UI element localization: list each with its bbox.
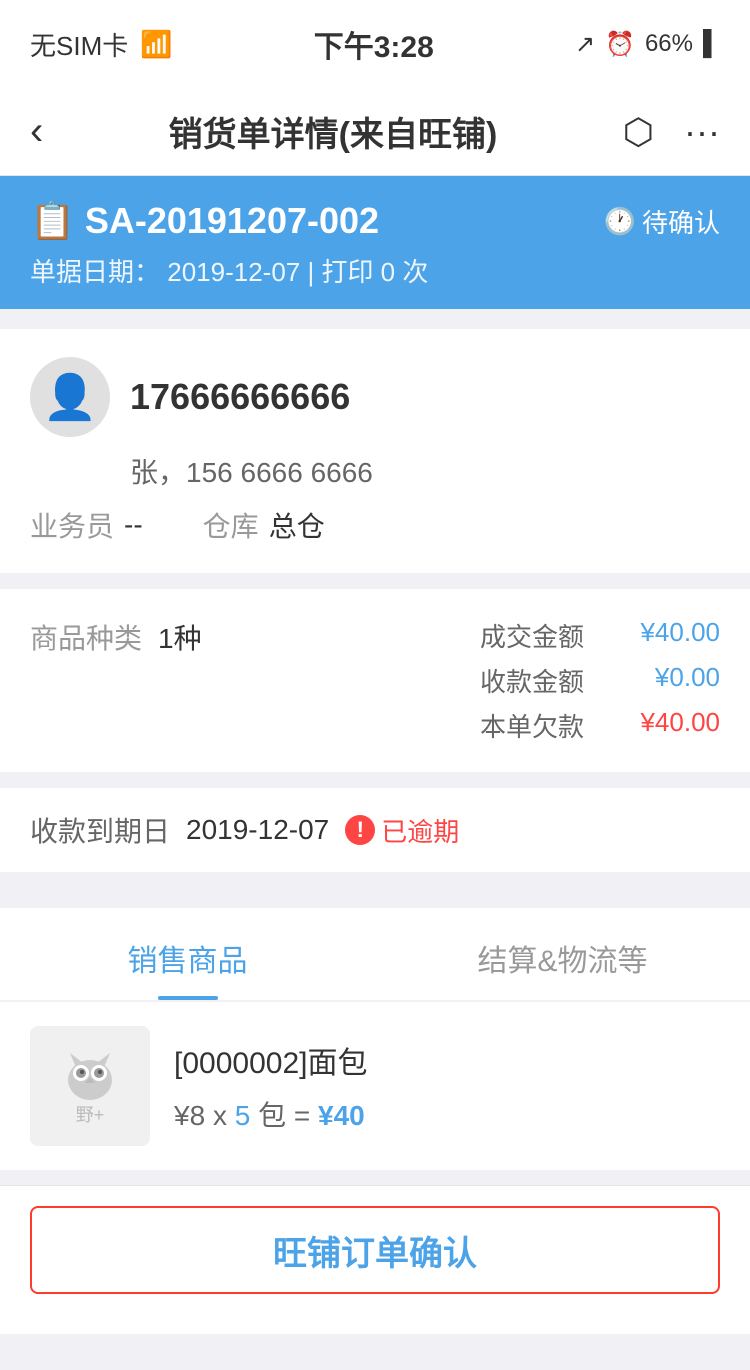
amount-row-debt: 本单欠款 ¥40.00 [480,707,720,744]
debt-label: 本单欠款 [480,707,584,744]
customer-phone: 17666666666 [130,376,350,418]
status-bar: 无SIM卡 📶 下午3:28 ↗ ⏰ 66% ▌ [0,0,750,88]
goods-type-row: 商品种类 1种 [30,617,202,657]
tab-sales-goods[interactable]: 销售商品 [0,908,375,1000]
nav-bar: ‹ 销货单详情(来自旺铺) ⬡ ··· [0,88,750,176]
back-button[interactable]: ‹ [30,109,43,154]
product-info: [0000002]面包 ¥8 x 5 包 = ¥40 [174,1038,720,1134]
overdue-text: 已逾期 [381,812,459,849]
warehouse-value: 总仓 [269,505,325,545]
alarm-icon: ⏰ [605,30,635,59]
battery-icon: ▌ [703,30,720,58]
sales-value: -- [124,509,143,541]
deal-amount-label: 成交金额 [480,617,584,654]
customer-name: 张，156 6666 6666 [30,451,720,491]
order-date: 单据日期： 2019-12-07 | 打印 0 次 [30,252,720,289]
goods-type-value: 1种 [158,617,202,657]
amount-row-deal: 成交金额 ¥40.00 [480,617,720,654]
share-icon[interactable]: ⬡ [623,111,654,153]
product-thumb-svg [55,1045,125,1105]
due-date-value: 2019-12-07 [186,814,329,846]
avatar: 👤 [30,357,110,437]
due-date-card: 收款到期日 2019-12-07 ! 已逾期 [0,788,750,872]
product-card: 野+ [0000002]面包 ¥8 x 5 包 = ¥40 [0,1002,750,1170]
confirm-order-button[interactable]: 旺铺订单确认 [30,1206,720,1294]
order-header: 📋 SA-20191207-002 🕐 待确认 单据日期： 2019-12-07… [0,176,750,309]
status-bar-right: ↗ ⏰ 66% ▌ [575,30,720,59]
status-bar-left: 无SIM卡 📶 [30,26,173,63]
tab-settlement[interactable]: 结算&物流等 [375,908,750,1000]
time-label: 下午3:28 [314,22,434,66]
product-thumbnail: 野+ [30,1026,150,1146]
overdue-badge: ! 已逾期 [345,812,459,849]
wifi-icon: 📶 [140,29,172,60]
overdue-icon: ! [345,815,375,845]
page-title: 销货单详情(来自旺铺) [169,107,498,156]
tabs: 销售商品 结算&物流等 [0,908,750,1000]
customer-card: 👤 17666666666 张，156 6666 6666 业务员 -- 仓库 … [0,329,750,573]
nav-actions: ⬡ ··· [623,111,720,153]
divider-3 [0,872,750,888]
clock-icon: 🕐 [604,206,636,237]
sales-item: 业务员 -- [30,505,143,545]
order-status: 🕐 待确认 [604,203,720,240]
deal-amount-value: ¥40.00 [640,617,720,654]
summary-card: 商品种类 1种 成交金额 ¥40.00 收款金额 ¥0.00 本单欠款 ¥40.… [0,589,750,772]
user-icon: 👤 [43,371,98,423]
received-label: 收款金额 [480,662,584,699]
debt-value: ¥40.00 [640,707,720,744]
divider-1 [0,573,750,589]
divider-2 [0,772,750,788]
due-label: 收款到期日 [30,810,170,850]
battery-label: 66% [645,30,693,58]
goods-type-label: 商品种类 [30,617,142,657]
warehouse-label: 仓库 [203,505,259,545]
received-value: ¥0.00 [655,662,720,699]
location-icon: ↗ [575,30,595,59]
warehouse-item: 仓库 总仓 [203,505,325,545]
product-price: ¥8 x 5 包 = ¥40 [174,1094,720,1134]
bottom-bar: 旺铺订单确认 [0,1185,750,1334]
amount-row-received: 收款金额 ¥0.00 [480,662,720,699]
sales-label: 业务员 [30,505,114,545]
amounts-block: 成交金额 ¥40.00 收款金额 ¥0.00 本单欠款 ¥40.00 [480,617,720,744]
order-id: 📋 SA-20191207-002 [30,200,379,242]
order-icon: 📋 [30,200,75,242]
product-name: [0000002]面包 [174,1038,720,1082]
carrier-label: 无SIM卡 [30,26,128,63]
more-icon[interactable]: ··· [684,111,720,153]
customer-meta: 业务员 -- 仓库 总仓 [30,505,720,545]
